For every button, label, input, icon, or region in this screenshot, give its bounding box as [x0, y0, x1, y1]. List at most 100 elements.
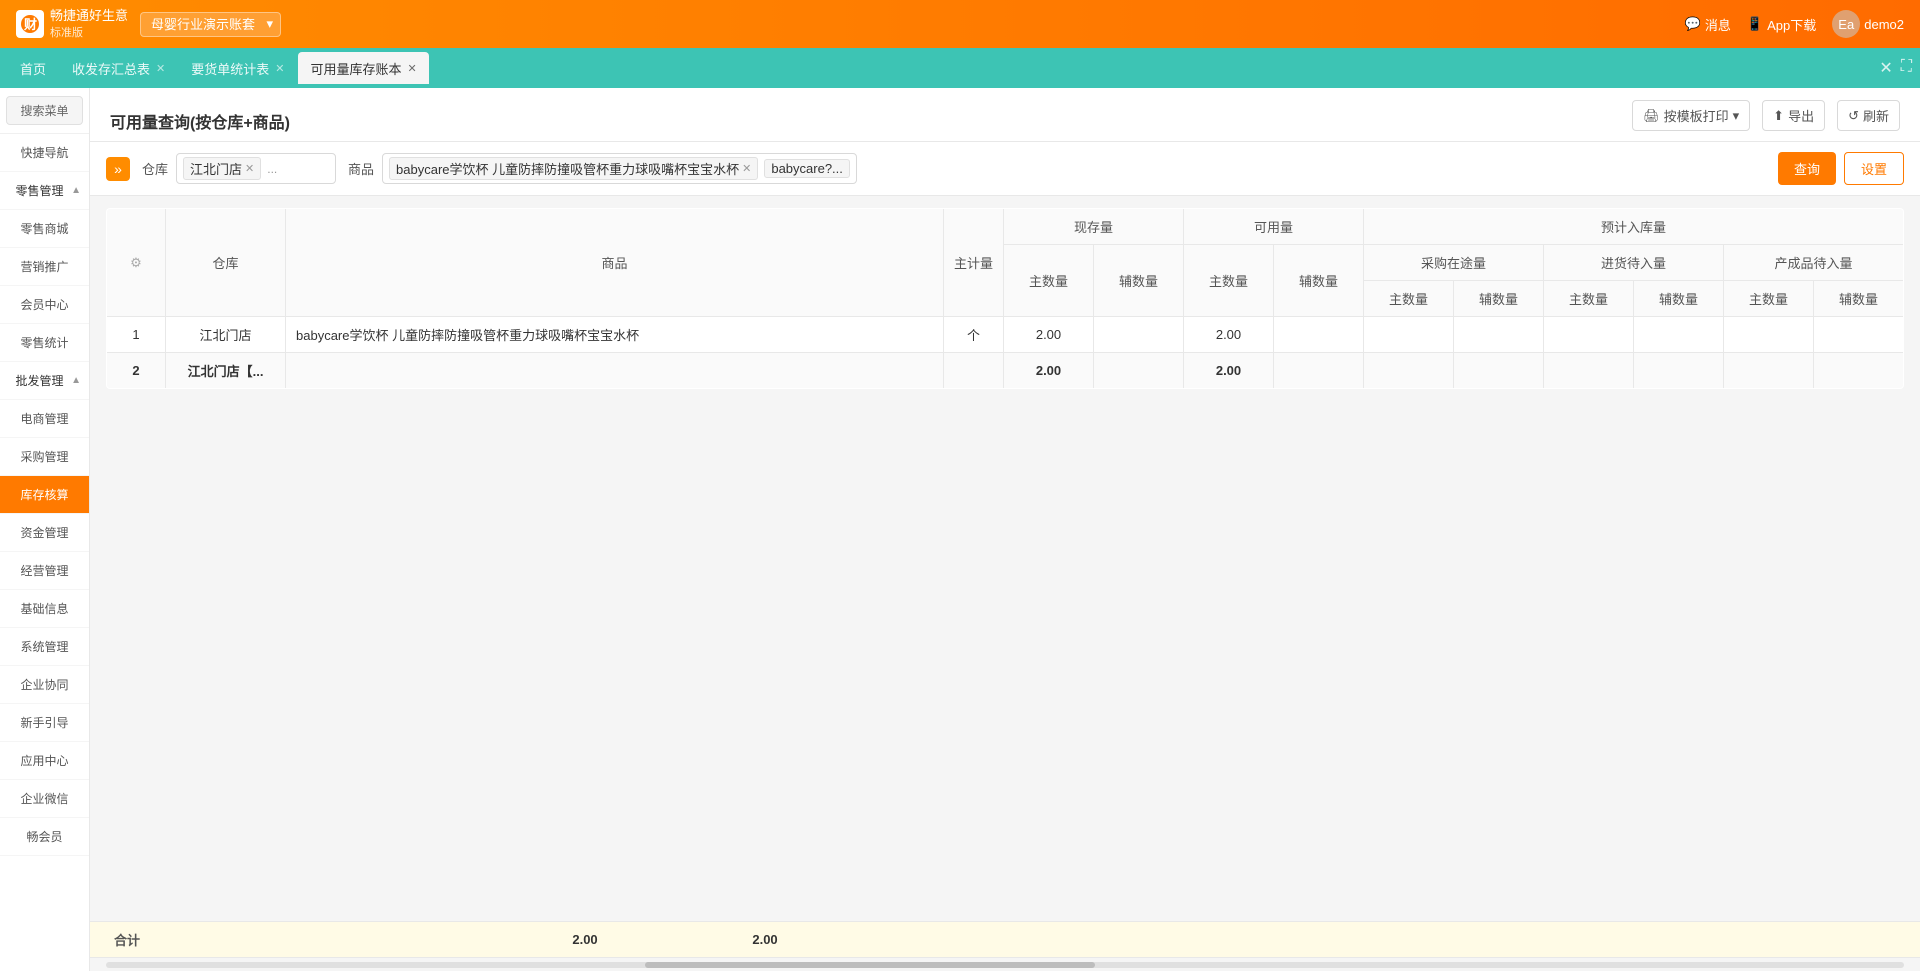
horizontal-scrollbar[interactable]	[106, 962, 1904, 968]
row1-pur-main	[1364, 317, 1454, 353]
row2-warehouse: 江北门店【...	[166, 353, 286, 389]
warehouse-filter-group: 仓库 江北门店 ✕ ...	[142, 153, 336, 184]
product-tag-text: babycare学饮杯 儿童防摔防撞吸管杯重力球吸嘴杯宝宝水杯	[396, 159, 739, 178]
sidebar-item-retail-stats[interactable]: 零售统计	[0, 324, 89, 362]
retail-management-arrow-icon: ▲	[71, 185, 81, 196]
row2-stock-aux	[1094, 353, 1184, 389]
sidebar-item-enterprise-collab[interactable]: 企业协同	[0, 666, 89, 704]
tab-available-inventory[interactable]: 可用量库存账本 ✕	[298, 52, 428, 84]
user-area[interactable]: Ea demo2	[1832, 10, 1904, 38]
tab-receivables-close[interactable]: ✕	[156, 62, 165, 75]
col-stock-main-header: 主数量	[1004, 245, 1094, 317]
refresh-button[interactable]: ↺ 刷新	[1837, 100, 1900, 131]
filter-action-buttons: 查询 设置	[1778, 152, 1904, 185]
org-selector-wrap[interactable]: 母婴行业演示账套	[140, 12, 281, 37]
template-print-arrow-icon: ▾	[1733, 108, 1740, 124]
sidebar-item-system[interactable]: 系统管理	[0, 628, 89, 666]
row1-avail-aux	[1274, 317, 1364, 353]
sidebar-item-operations[interactable]: 经营管理	[0, 552, 89, 590]
product-filter-label: 商品	[348, 159, 374, 178]
filter-expand-button[interactable]: »	[106, 157, 130, 181]
content-area: 可用量查询(按仓库+商品) 🖨 按模板打印 ▾ ⬆ 导出 ↺ 刷新 »	[90, 88, 1920, 971]
col-warehouse-header: 仓库	[166, 209, 286, 317]
logo-icon: 财	[16, 10, 44, 38]
row1-unit: 个	[944, 317, 1004, 353]
sidebar-item-member-plus[interactable]: 畅会员	[0, 818, 89, 856]
sidebar-search-button[interactable]: 搜索菜单	[6, 96, 83, 125]
col-stock-aux-header: 辅数量	[1094, 245, 1184, 317]
row1-po-main	[1544, 317, 1634, 353]
logo-sub: 标准版	[50, 24, 128, 40]
tab-order-stats[interactable]: 要货单统计表 ✕	[179, 52, 296, 84]
sidebar-item-ecommerce[interactable]: 电商管理	[0, 400, 89, 438]
warehouse-more-indicator[interactable]: ...	[267, 162, 277, 176]
export-button[interactable]: ⬆ 导出	[1762, 100, 1825, 131]
sidebar-item-inventory[interactable]: 库存核算	[0, 476, 89, 514]
sidebar-item-purchase[interactable]: 采购管理	[0, 438, 89, 476]
sidebar-item-marketing[interactable]: 营销推广	[0, 248, 89, 286]
col-avail-aux-header: 辅数量	[1274, 245, 1364, 317]
col-finished-header: 产成品待入量	[1724, 245, 1904, 281]
col-settings-header[interactable]: ⚙	[107, 209, 166, 317]
warehouse-filter-label: 仓库	[142, 159, 168, 178]
row2-fin-aux	[1814, 353, 1904, 389]
template-print-button[interactable]: 🖨 按模板打印 ▾	[1632, 100, 1750, 131]
warehouse-tag-close-icon[interactable]: ✕	[245, 162, 254, 175]
col-purchase-transit-header: 采购在途量	[1364, 245, 1544, 281]
org-selector[interactable]: 母婴行业演示账套	[140, 12, 281, 37]
row2-pur-aux	[1454, 353, 1544, 389]
row1-fin-main	[1724, 317, 1814, 353]
sidebar-item-base-info[interactable]: 基础信息	[0, 590, 89, 628]
col-unit-header: 主计量	[944, 209, 1004, 317]
app-label: App下载	[1767, 15, 1816, 34]
col-product-header: 商品	[286, 209, 944, 317]
page-title: 可用量查询(按仓库+商品)	[110, 109, 290, 133]
sidebar-item-retail-mall[interactable]: 零售商城	[0, 210, 89, 248]
sidebar: 搜索菜单 快捷导航 零售管理 ▲ 零售商城 营销推广 会员中心 零售统计 批发管…	[0, 88, 90, 971]
row1-fin-aux	[1814, 317, 1904, 353]
app-download-button[interactable]: 📱 App下载	[1747, 15, 1816, 34]
data-table: ⚙ 仓库 商品 主计量 现存量 可用量 预计入库量 主数量 辅数量 主数量 辅数…	[106, 208, 1904, 389]
tab-bar-actions: ✕ ⛶	[1879, 58, 1912, 78]
tab-home[interactable]: 首页	[8, 52, 58, 84]
msg-label: 消息	[1705, 15, 1731, 34]
row1-stock-aux	[1094, 317, 1184, 353]
settings-button[interactable]: 设置	[1844, 152, 1904, 185]
query-button[interactable]: 查询	[1778, 152, 1836, 185]
product-tag-area[interactable]: babycare学饮杯 儿童防摔防撞吸管杯重力球吸嘴杯宝宝水杯 ✕ babyca…	[382, 153, 857, 184]
product-tag-close-icon[interactable]: ✕	[742, 162, 751, 175]
msg-button[interactable]: 💬 消息	[1685, 15, 1731, 34]
sidebar-item-quick-nav[interactable]: 快捷导航	[0, 134, 89, 172]
row2-index: 2	[107, 353, 166, 389]
product-tag-babycare2: babycare?...	[764, 159, 850, 178]
tab-order-stats-close[interactable]: ✕	[275, 62, 284, 75]
refresh-icon: ↺	[1848, 108, 1859, 124]
col-finished-aux-header: 辅数量	[1814, 281, 1904, 317]
settings-icon[interactable]: ⚙	[130, 255, 142, 270]
sidebar-item-app-center[interactable]: 应用中心	[0, 742, 89, 780]
warehouse-tag-area[interactable]: 江北门店 ✕ ...	[176, 153, 336, 184]
sidebar-item-wechat-work[interactable]: 企业微信	[0, 780, 89, 818]
col-available-group-header: 可用量	[1184, 209, 1364, 245]
page-header-actions: 🖨 按模板打印 ▾ ⬆ 导出 ↺ 刷新	[1632, 100, 1900, 141]
wholesale-arrow-icon: ▲	[71, 375, 81, 386]
sidebar-item-retail-management[interactable]: 零售管理 ▲	[0, 172, 89, 210]
sidebar-item-wholesale[interactable]: 批发管理 ▲	[0, 362, 89, 400]
table-container: ⚙ 仓库 商品 主计量 现存量 可用量 预计入库量 主数量 辅数量 主数量 辅数…	[90, 196, 1920, 921]
summary-avail-main: 2.00	[720, 932, 810, 947]
tab-available-inventory-label: 可用量库存账本	[310, 59, 401, 78]
col-po-pending-aux-header: 辅数量	[1634, 281, 1724, 317]
tab-expand-button[interactable]: ⛶	[1901, 58, 1912, 78]
row2-po-aux	[1634, 353, 1724, 389]
tab-close-all-button[interactable]: ✕	[1879, 58, 1892, 78]
product-filter-group: 商品 babycare学饮杯 儿童防摔防撞吸管杯重力球吸嘴杯宝宝水杯 ✕ bab…	[348, 153, 857, 184]
sidebar-item-member-center[interactable]: 会员中心	[0, 286, 89, 324]
table-row: 1 江北门店 babycare学饮杯 儿童防摔防撞吸管杯重力球吸嘴杯宝宝水杯 个…	[107, 317, 1904, 353]
tab-receivables[interactable]: 收发存汇总表 ✕	[60, 52, 177, 84]
scroll-thumb[interactable]	[645, 962, 1095, 968]
sidebar-item-newbie[interactable]: 新手引导	[0, 704, 89, 742]
row2-avail-aux	[1274, 353, 1364, 389]
app-icon: 📱	[1747, 16, 1763, 32]
sidebar-item-finance[interactable]: 资金管理	[0, 514, 89, 552]
tab-available-inventory-close[interactable]: ✕	[408, 62, 417, 75]
